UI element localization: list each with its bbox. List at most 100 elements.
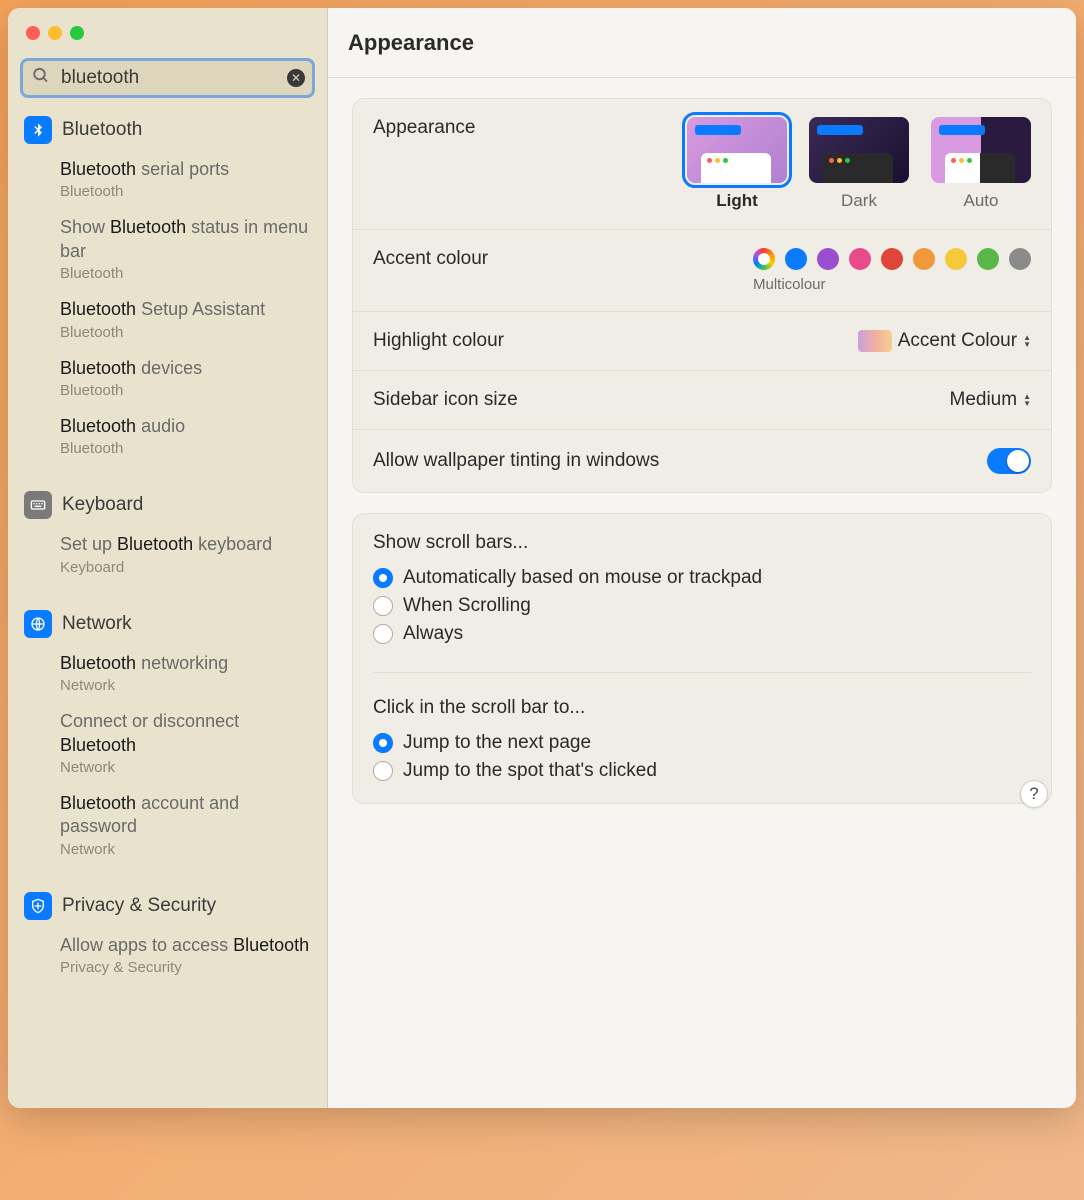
search-result-title: Bluetooth audio	[60, 415, 311, 438]
search-wrap: ✕	[20, 58, 315, 98]
accent-color-6[interactable]	[945, 248, 967, 270]
search-result[interactable]: Set up Bluetooth keyboard Keyboard	[20, 529, 315, 587]
highlight-swatch-icon	[858, 330, 892, 352]
sidebar-section-head[interactable]: Bluetooth	[20, 112, 315, 154]
accent-color-2[interactable]	[817, 248, 839, 270]
accent-color-4[interactable]	[881, 248, 903, 270]
radio-label: Jump to the next page	[403, 732, 591, 754]
scrollclick-option[interactable]: Jump to the spot that's clicked	[373, 757, 1031, 785]
search-result[interactable]: Bluetooth Setup Assistant Bluetooth	[20, 294, 315, 352]
keyboard-icon	[24, 491, 52, 519]
bluetooth-icon	[24, 116, 52, 144]
search-result-sub: Bluetooth	[60, 440, 311, 457]
search-result-title: Bluetooth account and password	[60, 792, 311, 839]
radio-label: Always	[403, 623, 463, 645]
sidebar-section-head[interactable]: Keyboard	[20, 487, 315, 529]
appearance-option-label: Light	[716, 191, 758, 211]
radio-icon	[373, 596, 393, 616]
main-panel: Appearance Appearance Light Dark Auto Ac…	[328, 8, 1076, 1108]
search-result[interactable]: Allow apps to access Bluetooth Privacy &…	[20, 930, 315, 988]
appearance-option-label: Auto	[964, 191, 999, 211]
search-result-title: Set up Bluetooth keyboard	[60, 533, 311, 556]
search-input[interactable]	[20, 58, 315, 98]
accent-color-7[interactable]	[977, 248, 999, 270]
search-result-sub: Keyboard	[60, 559, 311, 576]
scrollbars-title: Show scroll bars...	[373, 532, 1031, 554]
sidebar-section-label: Privacy & Security	[62, 895, 216, 917]
search-result-title: Show Bluetooth status in menu bar	[60, 216, 311, 263]
accent-color-1[interactable]	[785, 248, 807, 270]
appearance-option-label: Dark	[841, 191, 877, 211]
search-result-sub: Bluetooth	[60, 324, 311, 341]
search-result[interactable]: Bluetooth serial ports Bluetooth	[20, 154, 315, 212]
appearance-panel: Appearance Light Dark Auto Accent colour…	[352, 98, 1052, 493]
divider	[373, 672, 1031, 673]
highlight-row: Highlight colour Accent Colour ▲▼	[353, 312, 1051, 371]
appearance-option-auto[interactable]: Auto	[931, 117, 1031, 211]
radio-icon	[373, 733, 393, 753]
help-button[interactable]: ?	[1020, 780, 1048, 808]
search-result[interactable]: Bluetooth audio Bluetooth	[20, 411, 315, 469]
privacy-icon	[24, 892, 52, 920]
accent-color-3[interactable]	[849, 248, 871, 270]
scrollclick-group: Click in the scroll bar to... Jump to th…	[353, 679, 1051, 803]
clear-search-icon[interactable]: ✕	[287, 69, 305, 87]
accent-color-0[interactable]	[753, 248, 775, 270]
tinting-row: Allow wallpaper tinting in windows	[353, 430, 1051, 492]
radio-label: Jump to the spot that's clicked	[403, 760, 657, 782]
chevron-up-down-icon: ▲▼	[1023, 393, 1031, 407]
accent-color-5[interactable]	[913, 248, 935, 270]
scroll-panel: Show scroll bars... Automatically based …	[352, 513, 1052, 804]
highlight-label: Highlight colour	[373, 330, 504, 352]
traffic-lights	[20, 22, 315, 58]
search-icon	[32, 67, 50, 90]
search-result[interactable]: Bluetooth networking Network	[20, 648, 315, 706]
accent-color-8[interactable]	[1009, 248, 1031, 270]
appearance-option-light[interactable]: Light	[687, 117, 787, 211]
search-result-sub: Bluetooth	[60, 265, 311, 282]
appearance-thumb	[687, 117, 787, 183]
search-result-sub: Network	[60, 677, 311, 694]
search-result[interactable]: Show Bluetooth status in menu bar Blueto…	[20, 212, 315, 294]
search-result-sub: Bluetooth	[60, 183, 311, 200]
search-result-title: Bluetooth devices	[60, 357, 311, 380]
accent-row: Accent colour Multicolour	[353, 230, 1051, 312]
sidebar-size-value: Medium	[950, 389, 1018, 411]
network-icon	[24, 610, 52, 638]
radio-icon	[373, 761, 393, 781]
sidebar-size-label: Sidebar icon size	[373, 389, 518, 411]
sidebar-section-label: Network	[62, 613, 132, 635]
search-result-title: Bluetooth serial ports	[60, 158, 311, 181]
radio-icon	[373, 568, 393, 588]
sidebar-size-select[interactable]: Medium ▲▼	[950, 389, 1032, 411]
sidebar-section-head[interactable]: Network	[20, 606, 315, 648]
appearance-row: Appearance Light Dark Auto	[353, 99, 1051, 230]
accent-label: Accent colour	[373, 248, 488, 270]
search-result-title: Allow apps to access Bluetooth	[60, 934, 311, 957]
scrollbars-option[interactable]: When Scrolling	[373, 592, 1031, 620]
sidebar-section-head[interactable]: Privacy & Security	[20, 888, 315, 930]
scrollclick-option[interactable]: Jump to the next page	[373, 729, 1031, 757]
minimize-window[interactable]	[48, 26, 62, 40]
search-result-sub: Network	[60, 841, 311, 858]
close-window[interactable]	[26, 26, 40, 40]
accent-selected-label: Multicolour	[753, 276, 826, 293]
appearance-option-dark[interactable]: Dark	[809, 117, 909, 211]
search-result-sub: Privacy & Security	[60, 959, 311, 976]
settings-window: ✕ Bluetooth Bluetooth serial ports Bluet…	[8, 8, 1076, 1108]
scrollbars-option[interactable]: Always	[373, 620, 1031, 648]
appearance-thumb	[809, 117, 909, 183]
highlight-select[interactable]: Accent Colour ▲▼	[858, 330, 1031, 352]
search-result[interactable]: Bluetooth account and password Network	[20, 788, 315, 870]
tinting-toggle[interactable]	[987, 448, 1031, 474]
search-result[interactable]: Bluetooth devices Bluetooth	[20, 353, 315, 411]
radio-icon	[373, 624, 393, 644]
scrollbars-option[interactable]: Automatically based on mouse or trackpad	[373, 564, 1031, 592]
page-title: Appearance	[328, 8, 1076, 78]
search-result[interactable]: Connect or disconnect Bluetooth Network	[20, 706, 315, 788]
radio-label: Automatically based on mouse or trackpad	[403, 567, 762, 589]
maximize-window[interactable]	[70, 26, 84, 40]
radio-label: When Scrolling	[403, 595, 531, 617]
content: Appearance Light Dark Auto Accent colour…	[328, 78, 1076, 844]
appearance-label: Appearance	[373, 117, 475, 139]
